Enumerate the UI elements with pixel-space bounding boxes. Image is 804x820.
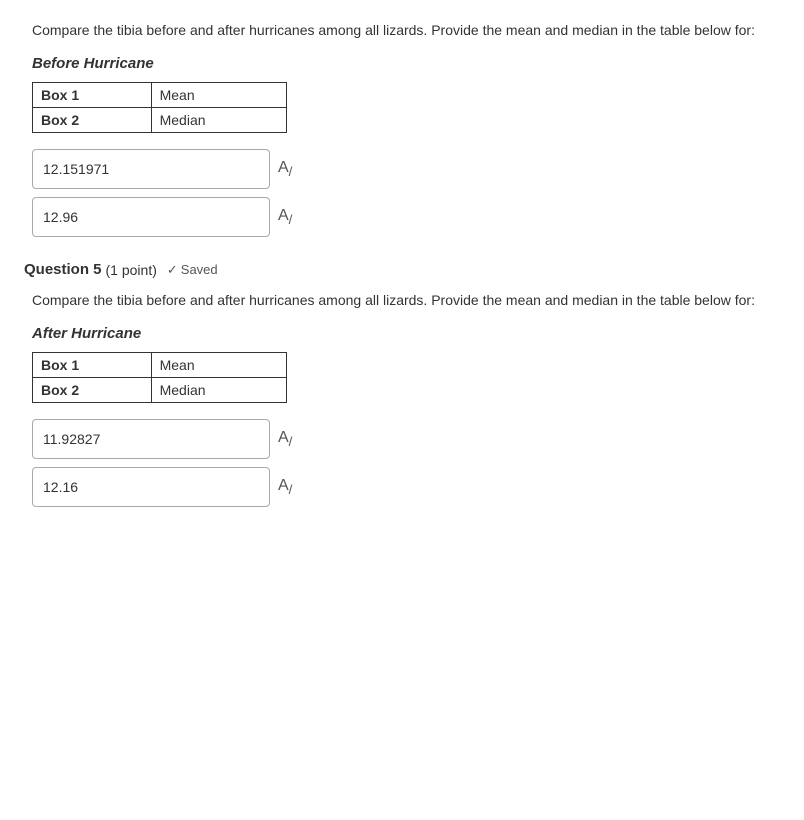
table-row: Box 2 Median <box>33 108 287 133</box>
before-median-input[interactable] <box>32 197 270 237</box>
after-hurricane-title: After Hurricane <box>32 325 780 342</box>
question5-header: Question 5 (1 point) ✓ Saved <box>24 261 780 278</box>
after-box2-label: Box 2 <box>33 378 152 403</box>
before-mean-spellcheck-icon[interactable]: A/ <box>278 159 292 179</box>
after-hurricane-section: Compare the tibia before and after hurri… <box>24 290 780 507</box>
before-hurricane-section: Compare the tibia before and after hurri… <box>24 20 780 237</box>
before-mean-row: A/ <box>32 149 780 189</box>
before-inputs-block: A/ A/ <box>32 149 780 237</box>
after-median-row: A/ <box>32 467 780 507</box>
before-mean-input[interactable] <box>32 149 270 189</box>
before-hurricane-title: Before Hurricane <box>32 55 780 72</box>
saved-badge: ✓ Saved <box>167 262 218 278</box>
after-mean-input[interactable] <box>32 419 270 459</box>
after-intro-text: Compare the tibia before and after hurri… <box>32 290 780 311</box>
table-row: Box 1 Mean <box>33 353 287 378</box>
saved-label: Saved <box>181 262 218 277</box>
after-mean-spellcheck-icon[interactable]: A/ <box>278 429 292 449</box>
before-box2-label: Box 2 <box>33 108 152 133</box>
question5-points: (1 point) <box>106 262 157 278</box>
saved-check-icon: ✓ <box>167 262 178 278</box>
after-hurricane-table: Box 1 Mean Box 2 Median <box>32 352 287 403</box>
question5-number: Question 5 <box>24 261 102 278</box>
before-median-spellcheck-icon[interactable]: A/ <box>278 207 292 227</box>
before-median-label: Median <box>151 108 286 133</box>
after-box1-label: Box 1 <box>33 353 152 378</box>
after-mean-label: Mean <box>151 353 286 378</box>
before-mean-label: Mean <box>151 83 286 108</box>
after-median-spellcheck-icon[interactable]: A/ <box>278 477 292 497</box>
before-median-row: A/ <box>32 197 780 237</box>
table-row: Box 1 Mean <box>33 83 287 108</box>
after-median-label: Median <box>151 378 286 403</box>
table-row: Box 2 Median <box>33 378 287 403</box>
after-mean-row: A/ <box>32 419 780 459</box>
after-median-input[interactable] <box>32 467 270 507</box>
before-box1-label: Box 1 <box>33 83 152 108</box>
after-inputs-block: A/ A/ <box>32 419 780 507</box>
before-intro-text: Compare the tibia before and after hurri… <box>32 20 780 41</box>
before-hurricane-table: Box 1 Mean Box 2 Median <box>32 82 287 133</box>
